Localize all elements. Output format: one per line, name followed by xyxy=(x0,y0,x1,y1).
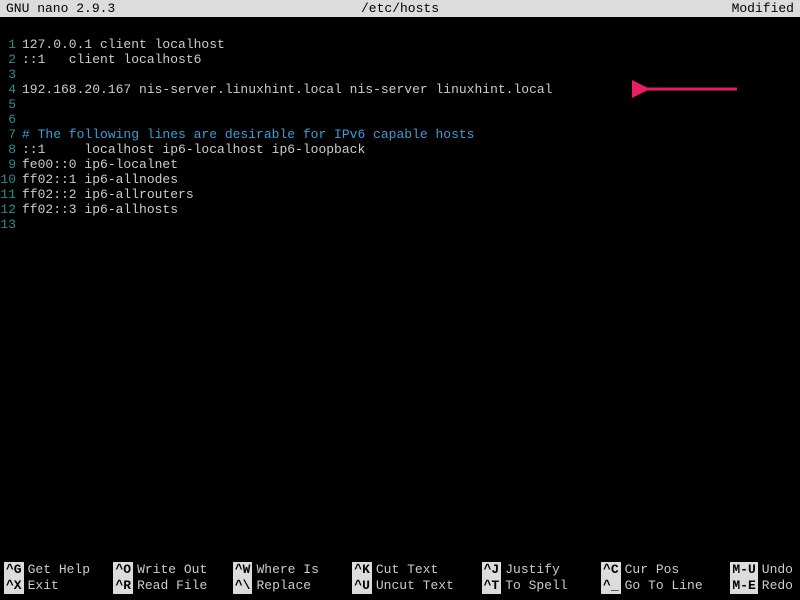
line-number: 8 xyxy=(0,142,22,157)
shortcut-where-is[interactable]: ^WWhere Is xyxy=(233,562,352,578)
modified-status: Modified xyxy=(732,0,794,17)
shortcut-label: Undo xyxy=(762,562,793,578)
line-number: 1 xyxy=(0,37,22,52)
shortcut-bar: ^GGet Help^OWrite Out^WWhere Is^KCut Tex… xyxy=(0,562,800,594)
shortcut-key: ^O xyxy=(113,562,133,578)
line-number: 10 xyxy=(0,172,22,187)
editor-line[interactable]: 9fe00::0 ip6-localnet xyxy=(0,157,800,172)
shortcut-key: ^R xyxy=(113,578,133,594)
shortcut-label: Where Is xyxy=(256,562,318,578)
line-number: 13 xyxy=(0,217,22,232)
shortcut-redo[interactable]: M-E Redo xyxy=(730,578,800,594)
line-number: 12 xyxy=(0,202,22,217)
line-content[interactable]: fe00::0 ip6-localnet xyxy=(22,157,178,172)
shortcut-key: ^X xyxy=(4,578,24,594)
line-content[interactable]: ff02::2 ip6-allrouters xyxy=(22,187,194,202)
editor-line[interactable]: 6 xyxy=(0,112,800,127)
line-number: 6 xyxy=(0,112,22,127)
line-content[interactable]: # The following lines are desirable for … xyxy=(22,127,474,142)
shortcut-justify[interactable]: ^JJustify xyxy=(482,562,601,578)
shortcut-key: M-U xyxy=(730,562,757,578)
shortcut-uncut-text[interactable]: ^UUncut Text xyxy=(352,578,481,594)
editor-line[interactable]: 8::1 localhost ip6-localhost ip6-loopbac… xyxy=(0,142,800,157)
editor-line[interactable]: 1127.0.0.1 client localhost xyxy=(0,37,800,52)
line-number: 2 xyxy=(0,52,22,67)
editor-line[interactable]: 5 xyxy=(0,97,800,112)
editor-line[interactable]: 7# The following lines are desirable for… xyxy=(0,127,800,142)
editor-line[interactable]: 13 xyxy=(0,217,800,232)
shortcut-get-help[interactable]: ^GGet Help xyxy=(4,562,113,578)
line-number: 11 xyxy=(0,187,22,202)
editor-line[interactable]: 11ff02::2 ip6-allrouters xyxy=(0,187,800,202)
editor-line[interactable]: 12ff02::3 ip6-allhosts xyxy=(0,202,800,217)
editor-line[interactable]: 2::1 client localhost6 xyxy=(0,52,800,67)
shortcut-key: ^U xyxy=(352,578,372,594)
shortcut-key: ^_ xyxy=(601,578,621,594)
shortcut-label: Redo xyxy=(762,578,793,594)
shortcut-label: Write Out xyxy=(137,562,207,578)
shortcut-key: ^W xyxy=(233,562,253,578)
shortcut-cut-text[interactable]: ^KCut Text xyxy=(352,562,481,578)
editor-line[interactable]: 4192.168.20.167 nis-server.linuxhint.loc… xyxy=(0,82,800,97)
shortcut-write-out[interactable]: ^OWrite Out xyxy=(113,562,232,578)
shortcut-key: ^C xyxy=(601,562,621,578)
line-number: 9 xyxy=(0,157,22,172)
shortcut-label: To Spell xyxy=(505,578,567,594)
line-number: 7 xyxy=(0,127,22,142)
shortcut-label: Uncut Text xyxy=(376,578,454,594)
shortcut-label: Replace xyxy=(256,578,311,594)
shortcut-undo[interactable]: M-U Undo xyxy=(730,562,800,578)
line-content[interactable]: ::1 localhost ip6-localhost ip6-loopback xyxy=(22,142,365,157)
line-number: 3 xyxy=(0,67,22,82)
shortcut-label: Exit xyxy=(28,578,59,594)
line-number: 5 xyxy=(0,97,22,112)
shortcut-key: ^T xyxy=(482,578,502,594)
shortcut-cur-pos[interactable]: ^CCur Pos xyxy=(601,562,730,578)
shortcut-label: Cur Pos xyxy=(625,562,680,578)
line-content[interactable]: 192.168.20.167 nis-server.linuxhint.loca… xyxy=(22,82,553,97)
titlebar: GNU nano 2.9.3 /etc/hosts Modified xyxy=(0,0,800,17)
editor-line[interactable]: 10ff02::1 ip6-allnodes xyxy=(0,172,800,187)
file-path: /etc/hosts xyxy=(361,0,439,17)
editor-area[interactable]: 1127.0.0.1 client localhost2::1 client l… xyxy=(0,17,800,232)
shortcut-label: Get Help xyxy=(28,562,90,578)
shortcut-label: Go To Line xyxy=(625,578,703,594)
shortcut-label: Justify xyxy=(505,562,560,578)
line-content[interactable]: 127.0.0.1 client localhost xyxy=(22,37,225,52)
shortcut-read-file[interactable]: ^RRead File xyxy=(113,578,232,594)
editor-line[interactable]: 3 xyxy=(0,67,800,82)
shortcut-label: Cut Text xyxy=(376,562,438,578)
shortcut-go-to-line[interactable]: ^_Go To Line xyxy=(601,578,730,594)
shortcut-label: Read File xyxy=(137,578,207,594)
shortcut-key: M-E xyxy=(730,578,757,594)
shortcut-replace[interactable]: ^\Replace xyxy=(233,578,352,594)
line-content[interactable]: ff02::3 ip6-allhosts xyxy=(22,202,178,217)
line-content[interactable]: ff02::1 ip6-allnodes xyxy=(22,172,178,187)
shortcut-key: ^J xyxy=(482,562,502,578)
app-name: GNU nano 2.9.3 xyxy=(6,0,115,17)
shortcut-to-spell[interactable]: ^TTo Spell xyxy=(482,578,601,594)
line-number: 4 xyxy=(0,82,22,97)
line-content[interactable]: ::1 client localhost6 xyxy=(22,52,201,67)
shortcut-key: ^\ xyxy=(233,578,253,594)
shortcut-key: ^G xyxy=(4,562,24,578)
shortcut-exit[interactable]: ^XExit xyxy=(4,578,113,594)
shortcut-key: ^K xyxy=(352,562,372,578)
